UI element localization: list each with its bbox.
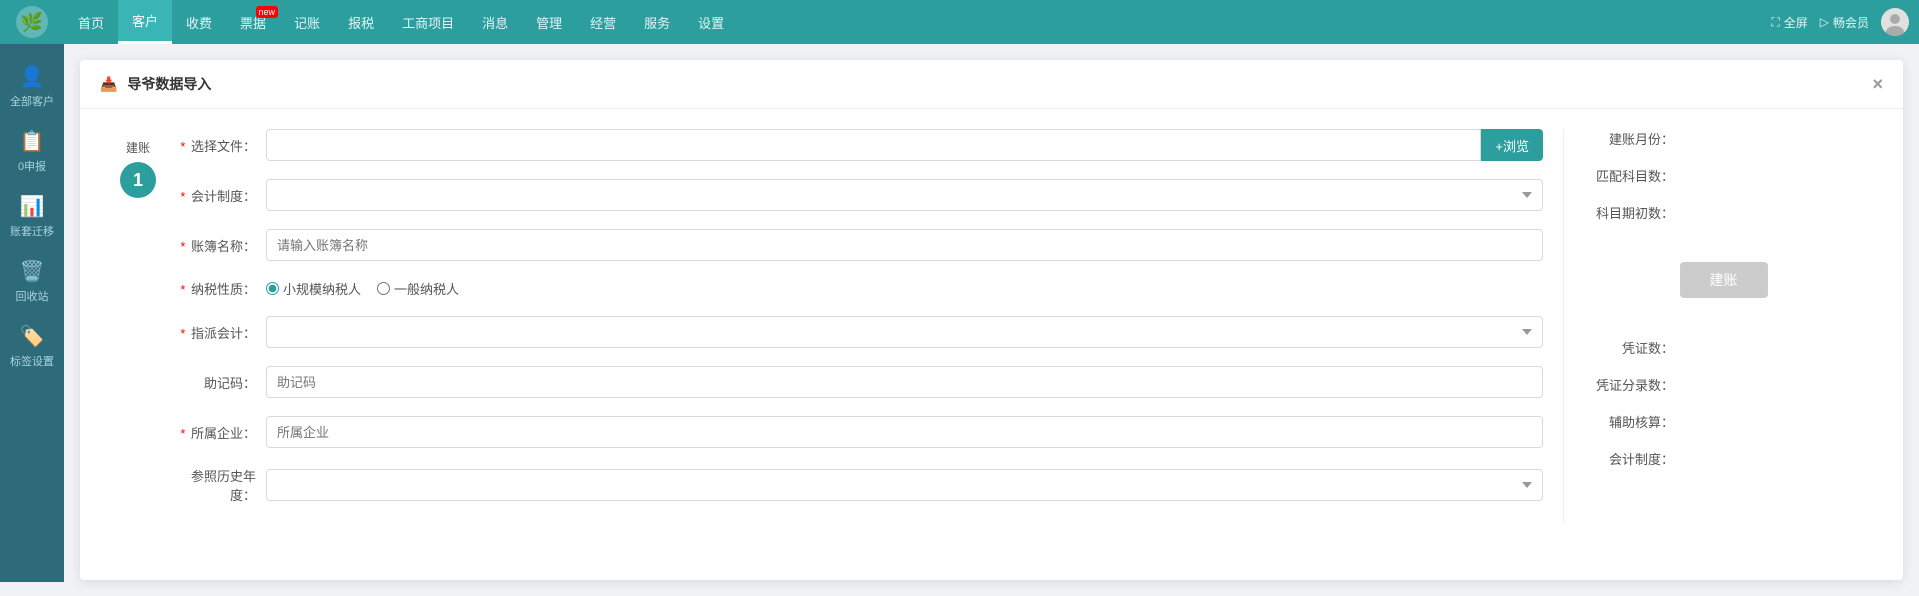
file-input[interactable]	[266, 129, 1481, 161]
step-indicator: 建账 1	[120, 129, 156, 522]
tax-option2[interactable]: 一般纳税人	[377, 279, 459, 298]
voucher-records-label: 凭证分录数：	[1584, 375, 1674, 394]
info-section: 建账月份： 匹配科目数： 科目期初数： 建账 凭证数：	[1563, 129, 1863, 522]
sidebar-item-label-settings[interactable]: 🏷️ 标签设置	[0, 314, 64, 379]
memo-input[interactable]	[266, 366, 1543, 398]
history-row: 参照历史年度：	[176, 466, 1543, 504]
company-row: * 所属企业：	[176, 416, 1543, 448]
info-voucher-records: 凭证分录数：	[1584, 375, 1863, 394]
step-label: 建账	[126, 139, 150, 156]
declaration-icon: 📋	[20, 129, 45, 154]
nav-items: 首页 客户 收费 票据 new 记账 报税 工商项目 消息 管理 经营 服务 设…	[64, 0, 1771, 44]
new-badge: new	[256, 6, 279, 18]
nav-fee[interactable]: 收费	[172, 0, 226, 44]
ledger-name-row: * 账簿名称：	[176, 229, 1543, 261]
company-input[interactable]	[266, 416, 1543, 448]
nav-invoice[interactable]: 票据 new	[226, 0, 280, 44]
sidebar-item-migration[interactable]: 📊 账套迁移	[0, 184, 64, 249]
dialog-header: 📥 导爷数据导入 ×	[80, 60, 1903, 109]
nav-bookkeeping[interactable]: 记账	[280, 0, 334, 44]
dialog-body: 建账 1 * 选择文件： +浏览	[80, 109, 1903, 542]
import-icon: 📥	[100, 76, 117, 92]
nav-operation[interactable]: 经营	[576, 0, 630, 44]
nav-customer[interactable]: 客户	[118, 0, 172, 44]
info-initial: 科目期初数：	[1584, 203, 1863, 222]
nav-home[interactable]: 首页	[64, 0, 118, 44]
accounting-system-select[interactable]	[266, 179, 1543, 211]
dialog-title: 📥 导爷数据导入	[100, 74, 211, 94]
step-circle: 1	[120, 162, 156, 198]
match-label: 匹配科目数：	[1584, 166, 1674, 185]
sidebar-item-recycle[interactable]: 🗑️ 回收站	[0, 249, 64, 314]
ledger-name-label: * 账簿名称：	[176, 236, 256, 255]
dialog: 📥 导爷数据导入 × 建账 1 * 选择文件：	[80, 60, 1903, 580]
company-label: * 所属企业：	[176, 423, 256, 442]
close-button[interactable]: ×	[1872, 75, 1883, 93]
top-nav: 🌿 首页 客户 收费 票据 new 记账 报税 工商项目 消息 管理 经营 服务…	[0, 0, 1919, 44]
file-label: * 选择文件：	[176, 136, 256, 155]
user-avatar[interactable]	[1881, 8, 1909, 36]
form-fields: * 选择文件： +浏览 * 会计制度：	[176, 129, 1543, 522]
history-label: 参照历史年度：	[176, 466, 256, 504]
nav-service[interactable]: 服务	[630, 0, 684, 44]
accountant-select[interactable]	[266, 316, 1543, 348]
logo-icon: 🌿	[21, 12, 43, 33]
sidebar-item-declaration[interactable]: 📋 0申报	[0, 119, 64, 184]
accountant-row: * 指派会计：	[176, 316, 1543, 348]
nav-settings[interactable]: 设置	[684, 0, 738, 44]
nav-business[interactable]: 工商项目	[388, 0, 468, 44]
browse-button[interactable]: +浏览	[1481, 129, 1543, 161]
accountant-label: * 指派会计：	[176, 323, 256, 342]
info-aux: 辅助核算：	[1584, 412, 1863, 431]
all-customers-icon: 👤	[20, 64, 45, 89]
radio-group: 小规模纳税人 一般纳税人	[266, 279, 459, 298]
fullscreen-btn[interactable]: ⛶ 全屏	[1771, 14, 1807, 31]
info-match: 匹配科目数：	[1584, 166, 1863, 185]
info-voucher: 凭证数：	[1584, 338, 1863, 357]
memo-row: 助记码：	[176, 366, 1543, 398]
label-settings-icon: 🏷️	[20, 324, 45, 349]
memo-label: 助记码：	[176, 373, 256, 392]
month-label: 建账月份：	[1584, 129, 1674, 148]
nav-message[interactable]: 消息	[468, 0, 522, 44]
accounting-system-row: * 会计制度：	[176, 179, 1543, 211]
play-icon: ▷	[1820, 15, 1829, 29]
fullscreen-icon: ⛶	[1771, 15, 1779, 30]
voucher-label: 凭证数：	[1584, 338, 1674, 357]
main-content: 📥 导爷数据导入 × 建账 1 * 选择文件：	[64, 44, 1919, 596]
tax-type-label: * 纳税性质：	[176, 279, 256, 298]
nav-tax[interactable]: 报税	[334, 0, 388, 44]
form-section: 建账 1 * 选择文件： +浏览	[120, 129, 1543, 522]
tax-option1[interactable]: 小规模纳税人	[266, 279, 361, 298]
nav-management[interactable]: 管理	[522, 0, 576, 44]
file-input-group: +浏览	[266, 129, 1543, 161]
tax-type-row: * 纳税性质： 小规模纳税人 一般纳税人	[176, 279, 1543, 298]
recycle-icon: 🗑️	[20, 259, 45, 284]
migration-icon: 📊	[20, 194, 45, 219]
aux-label: 辅助核算：	[1584, 412, 1674, 431]
sidebar-item-all-customers[interactable]: 👤 全部客户	[0, 54, 64, 119]
info-accounting: 会计制度：	[1584, 449, 1863, 468]
vip-btn[interactable]: ▷ 畅会员	[1820, 14, 1869, 31]
build-button[interactable]: 建账	[1680, 262, 1768, 298]
app-logo[interactable]: 🌿	[10, 0, 54, 44]
ledger-name-input[interactable]	[266, 229, 1543, 261]
nav-right: ⛶ 全屏 ▷ 畅会员	[1771, 8, 1909, 36]
left-sidebar: 👤 全部客户 📋 0申报 📊 账套迁移 🗑️ 回收站 🏷️ 标签设置	[0, 44, 64, 582]
accounting-label: 会计制度：	[1584, 449, 1674, 468]
initial-label: 科目期初数：	[1584, 203, 1674, 222]
file-row: * 选择文件： +浏览	[176, 129, 1543, 161]
accounting-system-label: * 会计制度：	[176, 186, 256, 205]
history-select[interactable]	[266, 469, 1543, 501]
info-month: 建账月份：	[1584, 129, 1863, 148]
